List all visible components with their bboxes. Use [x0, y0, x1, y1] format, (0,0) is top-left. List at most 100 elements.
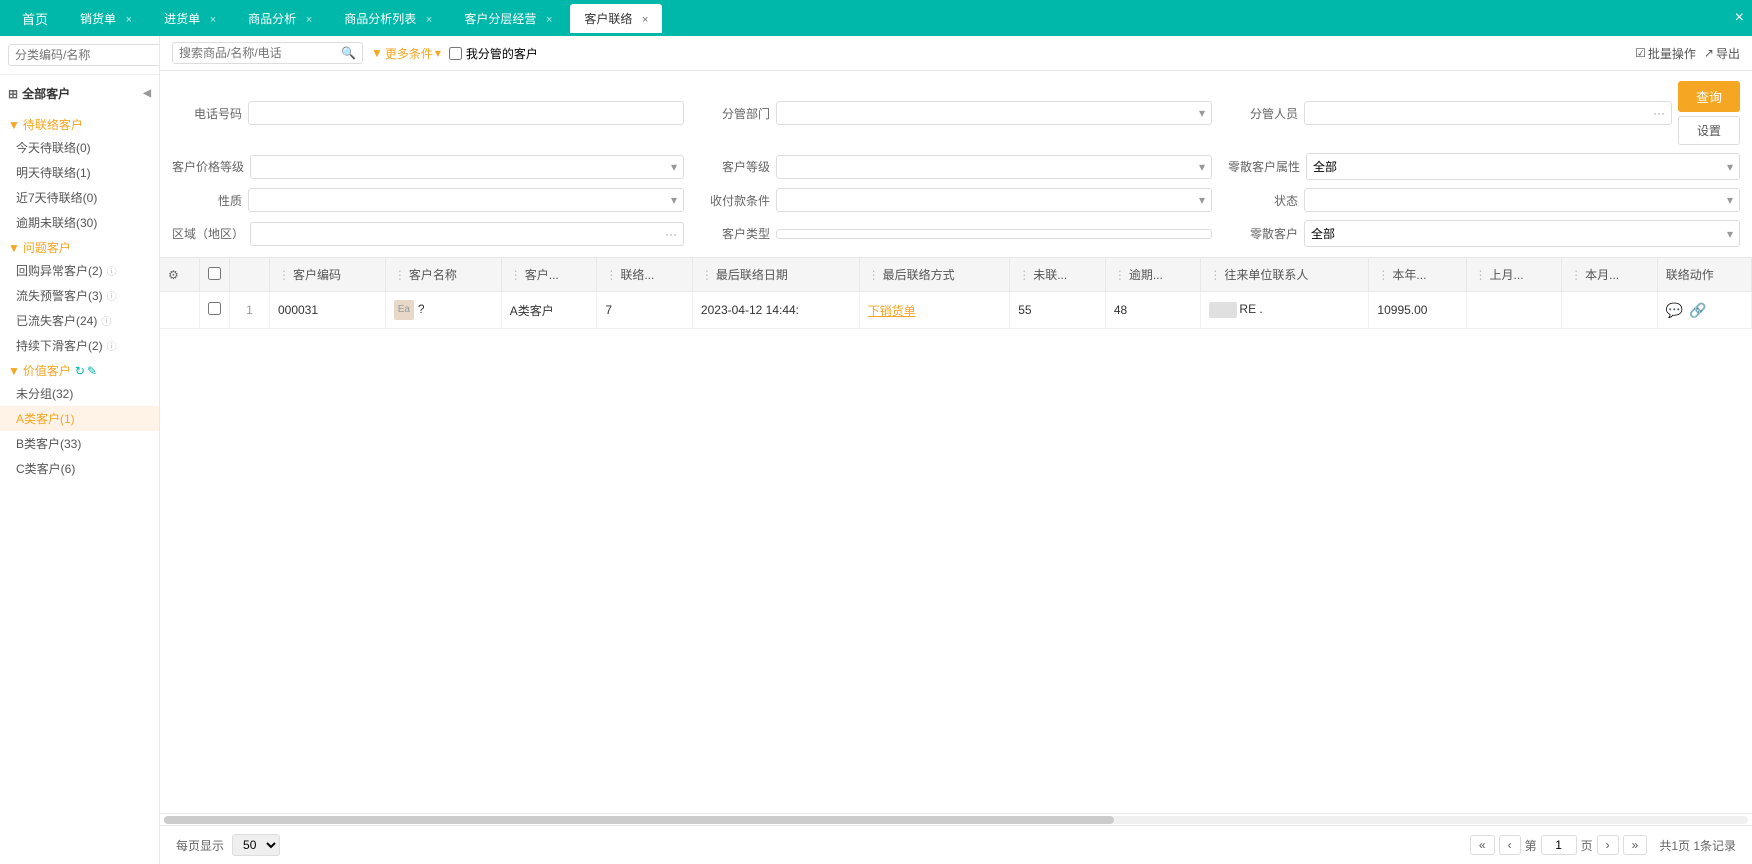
- settings-btn[interactable]: 设置: [1678, 116, 1740, 145]
- customer-level-select[interactable]: ▾: [776, 155, 1212, 179]
- dept-select[interactable]: ▾: [776, 101, 1212, 125]
- sidebar-item-overdue[interactable]: 逾期未联络(30): [0, 210, 159, 235]
- sidebar-group-pending[interactable]: ▼ 待联络客户: [0, 112, 159, 135]
- nav-sales-close[interactable]: ×: [126, 14, 132, 26]
- first-page-btn[interactable]: «: [1470, 835, 1495, 855]
- search-input[interactable]: [179, 46, 339, 60]
- message-icon[interactable]: 💬: [1666, 302, 1683, 319]
- sidebar-item-tomorrow[interactable]: 明天待联络(1): [0, 160, 159, 185]
- batch-op-btn[interactable]: ☑ 批量操作: [1635, 45, 1696, 62]
- filter-payment-row: 收付款条件 ▾: [700, 188, 1212, 212]
- sidebar-item-7days[interactable]: 近7天待联络(0): [0, 185, 159, 210]
- row-checkbox[interactable]: [199, 292, 229, 329]
- sidebar-all-customers[interactable]: ⊞ 全部客户 ◀: [0, 79, 159, 108]
- sidebar-item-class-a[interactable]: A类客户(1): [0, 406, 159, 431]
- sidebar-search-input[interactable]: [8, 44, 160, 66]
- page-label: 第: [1525, 837, 1537, 854]
- toolbar-right: ☑ 批量操作 ↗ 导出: [1635, 45, 1740, 62]
- price-level-select[interactable]: ▾: [250, 155, 684, 179]
- sidebar-item-loss-warning[interactable]: 流失预警客户(3) ⓘ: [0, 283, 159, 308]
- nav-analysis-list[interactable]: 商品分析列表 ×: [330, 4, 446, 33]
- nav-customer-contact-close[interactable]: ×: [642, 14, 648, 26]
- row-last-date: 2023-04-12 14:44:: [692, 292, 859, 329]
- th-overdue: ⋮逾期...: [1105, 258, 1201, 292]
- nav-home[interactable]: 首页: [8, 3, 62, 34]
- my-customer-checkbox[interactable]: [449, 47, 462, 60]
- sidebar: 🔍 ⊞ 全部客户 ◀ ▼ 待联络客户 今天待联络(0) 明天待联络(1) 近7天…: [0, 36, 160, 864]
- chevron-down-icon-7: ▾: [1727, 193, 1733, 207]
- prev-page-btn[interactable]: ‹: [1499, 835, 1521, 855]
- edit-icon[interactable]: ✎: [87, 364, 97, 378]
- nav-sales[interactable]: 销货单 ×: [66, 4, 146, 33]
- retail-customer-select[interactable]: 全部 ▾: [1304, 220, 1740, 247]
- checkbox-icon: ☑: [1635, 46, 1646, 60]
- status-select[interactable]: ▾: [1304, 188, 1740, 212]
- row-select-checkbox[interactable]: [208, 302, 221, 315]
- page-input[interactable]: [1541, 835, 1577, 855]
- manager-select[interactable]: ···: [1304, 101, 1672, 125]
- payment-select[interactable]: ▾: [776, 188, 1212, 212]
- nav-purchase-close[interactable]: ×: [210, 14, 216, 26]
- row-code: 000031: [269, 292, 385, 329]
- filter-phone-row: 电话号码: [172, 81, 684, 145]
- nav-customer-layer-close[interactable]: ×: [546, 14, 552, 26]
- row-gear: [160, 292, 199, 329]
- phone-label: 电话号码: [172, 105, 242, 122]
- sidebar-item-today[interactable]: 今天待联络(0): [0, 135, 159, 160]
- area-select[interactable]: ···: [250, 222, 684, 246]
- sidebar-item-ungrouped[interactable]: 未分组(32): [0, 381, 159, 406]
- nav-customer-contact[interactable]: 客户联络 ×: [570, 4, 662, 33]
- nav-analysis-close[interactable]: ×: [306, 14, 312, 26]
- row-action[interactable]: 💬 🔗: [1657, 292, 1751, 329]
- th-last-month: ⋮上月...: [1466, 258, 1562, 292]
- horizontal-scrollbar[interactable]: [160, 813, 1752, 825]
- th-no-contact: ⋮未联...: [1010, 258, 1106, 292]
- filter-customer-level-row: 客户等级 ▾: [700, 153, 1212, 180]
- filter-nature-row: 性质 ▾: [172, 188, 684, 212]
- payment-label: 收付款条件: [700, 192, 770, 209]
- export-btn[interactable]: ↗ 导出: [1704, 45, 1740, 62]
- per-page-select[interactable]: 50: [232, 834, 280, 856]
- th-this-year: ⋮本年...: [1369, 258, 1466, 292]
- scroll-thumb[interactable]: [164, 816, 1114, 824]
- sidebar-item-lost[interactable]: 已流失客户(24) ⓘ: [0, 308, 159, 333]
- sidebar-item-class-b[interactable]: B类客户(33): [0, 431, 159, 456]
- search-icon[interactable]: 🔍: [341, 46, 356, 60]
- retail-attr-select[interactable]: 全部 ▾: [1306, 153, 1740, 180]
- area-label: 区域（地区）: [172, 225, 244, 242]
- row-last-method[interactable]: 下销货单: [859, 292, 1010, 329]
- query-btn[interactable]: 查询: [1678, 81, 1740, 112]
- total-text: 共1页 1条记录: [1659, 837, 1736, 854]
- nav-analysis[interactable]: 商品分析 ×: [234, 4, 326, 33]
- th-action: 联络动作: [1657, 258, 1751, 292]
- page-suffix: 页: [1581, 837, 1593, 854]
- next-page-btn[interactable]: ›: [1597, 835, 1619, 855]
- th-gear[interactable]: ⚙: [160, 258, 199, 292]
- last-method-link[interactable]: 下销货单: [868, 304, 916, 318]
- nature-select[interactable]: ▾: [248, 188, 684, 212]
- pagination: 每页显示 50 « ‹ 第 页 › » 共1页 1条记录: [160, 825, 1752, 864]
- select-all-checkbox[interactable]: [208, 267, 221, 280]
- sidebar-item-declining[interactable]: 持续下滑客户(2) ⓘ: [0, 333, 159, 358]
- sidebar-group-value[interactable]: ▼ 价值客户 ↻ ✎: [0, 358, 159, 381]
- refresh-icon[interactable]: ↻: [75, 364, 85, 378]
- customer-type-select[interactable]: [776, 229, 1212, 239]
- row-name[interactable]: Ea?: [385, 292, 501, 329]
- sidebar-item-class-c[interactable]: C类客户(6): [0, 456, 159, 481]
- filter-btn[interactable]: ▼ 更多条件 ▾: [371, 45, 441, 62]
- row-overdue: 48: [1105, 292, 1201, 329]
- link-icon[interactable]: 🔗: [1689, 302, 1706, 319]
- row-index: 1: [229, 292, 269, 329]
- customer-level-label: 客户等级: [700, 158, 770, 175]
- nav-purchase[interactable]: 进货单 ×: [150, 4, 230, 33]
- sidebar-item-abnormal[interactable]: 回购异常客户(2) ⓘ: [0, 258, 159, 283]
- chevron-down-icon-2: ▾: [671, 160, 677, 174]
- sidebar-group-problem[interactable]: ▼ 问题客户: [0, 235, 159, 258]
- phone-input[interactable]: [248, 101, 684, 125]
- window-close[interactable]: ×: [1735, 9, 1744, 27]
- my-customer-check[interactable]: 我分管的客户: [449, 45, 538, 62]
- last-page-btn[interactable]: »: [1623, 835, 1648, 855]
- nav-customer-layer[interactable]: 客户分层经营 ×: [450, 4, 566, 33]
- nav-analysis-list-close[interactable]: ×: [426, 14, 432, 26]
- row-last-month: [1466, 292, 1562, 329]
